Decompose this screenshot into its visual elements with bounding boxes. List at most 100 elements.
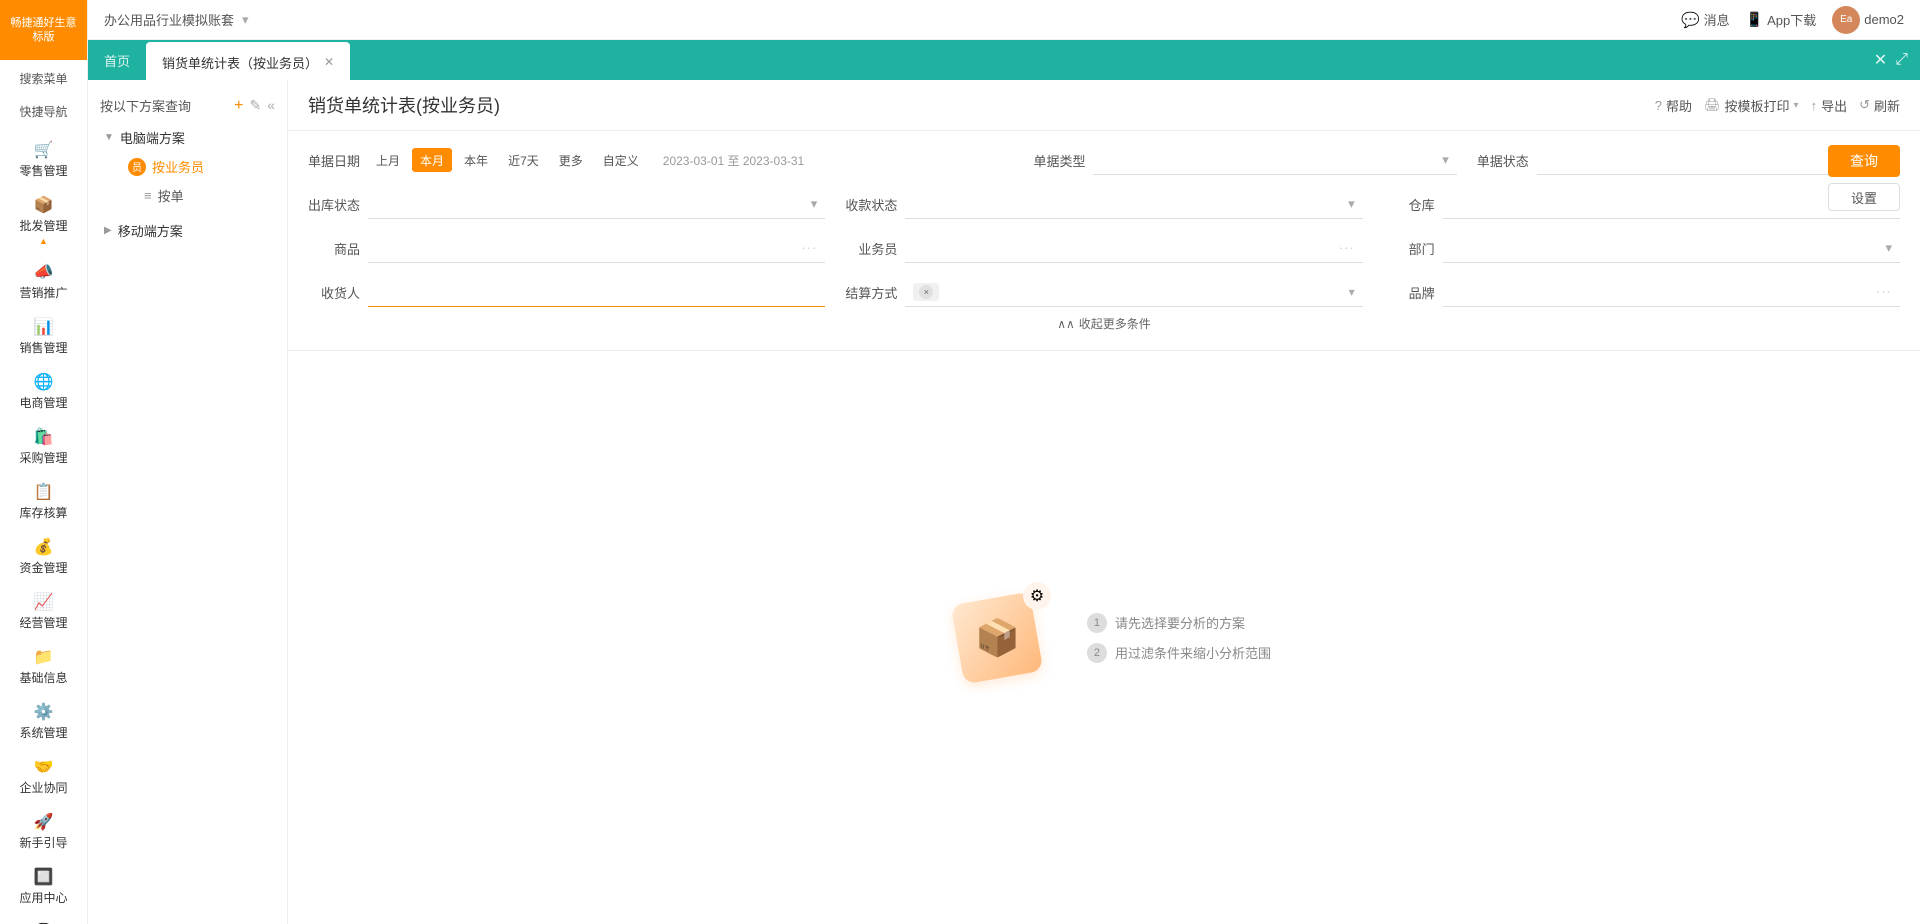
collapse-panel-button[interactable]: « <box>267 97 275 115</box>
ecommerce-icon: 🌐 <box>34 372 54 392</box>
template-print-button[interactable]: 🖨 按模板打印 ▾ <box>1704 96 1799 115</box>
inventory-icon: 📋 <box>34 482 54 502</box>
sidebar-item-label-purchase: 采购管理 <box>19 449 67 466</box>
date-this-month-button[interactable]: 本月 <box>412 148 452 172</box>
left-panel-header: 按以下方案查询 + ✎ « <box>88 90 287 123</box>
date-7days-button[interactable]: 近7天 <box>500 148 547 172</box>
date-label: 单据日期 <box>308 151 368 170</box>
tree-grandchild-by-order[interactable]: ≡ 按单 <box>96 181 279 210</box>
retail-icon: 🛒 <box>34 140 54 160</box>
sidebar-item-label-enterprise: 企业协同 <box>19 779 67 796</box>
mobile-section-arrow: ▶ <box>104 225 112 236</box>
page-header-actions: ? 帮助 🖨 按模板打印 ▾ ↑ 导出 ↺ 刷新 <box>1655 96 1900 127</box>
topbar: 办公用品行业模拟账套 ▾ 💬 消息 📱 App下载 Ea demo2 <box>88 0 1920 40</box>
sidebar-item-retail[interactable]: 🛒 零售管理 <box>0 132 87 187</box>
help-button[interactable]: ? 帮助 <box>1655 96 1692 115</box>
tab-close-button[interactable]: ✕ <box>324 55 334 69</box>
sidebar-item-base[interactable]: 📁 基础信息 <box>0 639 87 694</box>
sidebar-item-inventory[interactable]: 📋 库存核算 <box>0 474 87 529</box>
topbar-dropdown-icon[interactable]: ▾ <box>242 12 249 28</box>
quick-nav-label[interactable]: 快捷导航 <box>0 97 87 126</box>
tree-child-salesperson[interactable]: 员 按业务员 <box>96 152 279 181</box>
filter-row-1: 单据日期 上月 本月 本年 近7天 更多 自定义 20 <box>308 145 1900 175</box>
refresh-button[interactable]: ↺ 刷新 <box>1859 96 1900 115</box>
collapse-button[interactable]: ∧∧ 收起更多条件 <box>1057 315 1151 332</box>
filter-date: 单据日期 上月 本月 本年 近7天 更多 自定义 20 <box>308 148 1013 172</box>
sidebar-item-label-sales: 销售管理 <box>19 339 67 356</box>
setting-button[interactable]: 设置 <box>1828 183 1900 211</box>
export-button[interactable]: ↑ 导出 <box>1811 96 1848 115</box>
sidebar-item-operation[interactable]: 📈 经营管理 <box>0 584 87 639</box>
empty-icon: 📦 ⚙ <box>937 578 1057 698</box>
date-custom-button[interactable]: 自定义 <box>595 148 647 172</box>
sidebar-item-label-base: 基础信息 <box>19 669 67 686</box>
left-panel-actions: + ✎ « <box>234 97 275 115</box>
search-menu-label[interactable]: 搜索菜单 <box>19 72 67 86</box>
app-download-button[interactable]: 📱 App下载 <box>1746 10 1817 29</box>
filter-warehouse: 仓库 ··· <box>1383 189 1900 219</box>
receiver-input[interactable] <box>368 277 825 307</box>
edit-scheme-button[interactable]: ✎ <box>249 97 261 115</box>
sidebar-item-apps[interactable]: 🔲 应用中心 <box>0 859 87 914</box>
brand-label: 品牌 <box>1383 283 1443 302</box>
message-button[interactable]: 💬 消息 <box>1681 10 1730 29</box>
sidebar-item-sales[interactable]: 📊 销售管理 <box>0 309 87 364</box>
product-label: 商品 <box>308 239 368 258</box>
sidebar-item-wholesale[interactable]: 📦 批发管理 ▲ <box>0 187 87 254</box>
template-print-icon: 🖨 <box>1704 97 1721 113</box>
tree-mobile-section[interactable]: ▶ 移动端方案 <box>96 216 279 245</box>
action-buttons: 查询 设置 <box>1828 145 1900 211</box>
refresh-icon: ↺ <box>1859 97 1870 113</box>
doc-type-dropdown-icon: ▾ <box>1442 152 1449 168</box>
department-dropdown-icon: ▾ <box>1885 240 1892 256</box>
topbar-left: 办公用品行业模拟账套 ▾ <box>104 10 249 29</box>
content-area: 按以下方案查询 + ✎ « ▼ 电脑端方案 员 按业务员 ≡ <box>88 80 1920 924</box>
add-scheme-button[interactable]: + <box>234 97 243 115</box>
product-select[interactable]: ··· <box>368 233 825 263</box>
hint-1-num: 1 <box>1087 613 1107 633</box>
date-this-year-button[interactable]: 本年 <box>456 148 496 172</box>
sidebar-item-finance[interactable]: 💰 资金管理 <box>0 529 87 584</box>
doc-type-select[interactable]: ▾ <box>1093 145 1456 175</box>
sidebar-search[interactable]: 搜索菜单 <box>0 60 87 93</box>
window-close-button[interactable]: ✕ <box>1874 50 1887 70</box>
sidebar-item-label-finance: 资金管理 <box>19 559 67 576</box>
salesperson-more-icon: ··· <box>1339 240 1355 255</box>
sidebar-item-beginner[interactable]: 🚀 新手引导 <box>0 804 87 859</box>
pc-section-label: 电脑端方案 <box>120 128 185 147</box>
avatar: Ea <box>1832 6 1860 34</box>
department-select[interactable]: ▾ <box>1443 233 1900 263</box>
topbar-right: 💬 消息 📱 App下载 Ea demo2 <box>1681 6 1904 34</box>
payment-status-select[interactable]: ▾ <box>905 189 1362 219</box>
sidebar-item-wechat[interactable]: 💬 企业微信 <box>0 914 87 924</box>
sidebar-item-ecommerce[interactable]: 🌐 电商管理 <box>0 364 87 419</box>
page-header: 销货单统计表(按业务员) ? 帮助 🖨 按模板打印 ▾ ↑ 导出 <box>288 80 1920 131</box>
salesperson-label: 业务员 <box>845 239 905 258</box>
filter-row-4: 收货人 结算方式 × ▾ <box>308 277 1900 307</box>
sidebar-item-system[interactable]: ⚙️ 系统管理 <box>0 694 87 749</box>
tab-home[interactable]: 首页 <box>88 40 146 80</box>
sidebar-item-marketing[interactable]: 📣 营销推广 <box>0 254 87 309</box>
salesperson-select[interactable]: ··· <box>905 233 1362 263</box>
pc-section-arrow: ▼ <box>104 132 114 143</box>
brand-select[interactable]: ··· <box>1443 277 1900 307</box>
date-last-month-button[interactable]: 上月 <box>368 148 408 172</box>
help-icon: ? <box>1655 98 1662 113</box>
window-maximize-button[interactable]: ⤢ <box>1895 51 1908 69</box>
settlement-tag-x[interactable]: × <box>919 285 933 299</box>
date-more-button[interactable]: 更多 <box>551 148 591 172</box>
purchase-icon: 🛍️ <box>34 427 54 447</box>
query-button[interactable]: 查询 <box>1828 145 1900 177</box>
settlement-dropdown-icon[interactable]: ▾ <box>1349 285 1355 299</box>
sidebar-item-enterprise[interactable]: 🤝 企业协同 <box>0 749 87 804</box>
app-download-label: App下载 <box>1767 10 1816 29</box>
user-menu[interactable]: Ea demo2 <box>1832 6 1904 34</box>
tree-pc-section[interactable]: ▼ 电脑端方案 <box>96 123 279 152</box>
base-icon: 📁 <box>34 647 54 667</box>
tab-sales-stat[interactable]: 销货单统计表（按业务员） ✕ <box>146 42 350 82</box>
finance-icon: 💰 <box>34 537 54 557</box>
out-status-select[interactable]: ▾ <box>368 189 825 219</box>
template-print-label: 按模板打印 <box>1725 96 1790 115</box>
sidebar-item-purchase[interactable]: 🛍️ 采购管理 <box>0 419 87 474</box>
refresh-label: 刷新 <box>1874 96 1900 115</box>
